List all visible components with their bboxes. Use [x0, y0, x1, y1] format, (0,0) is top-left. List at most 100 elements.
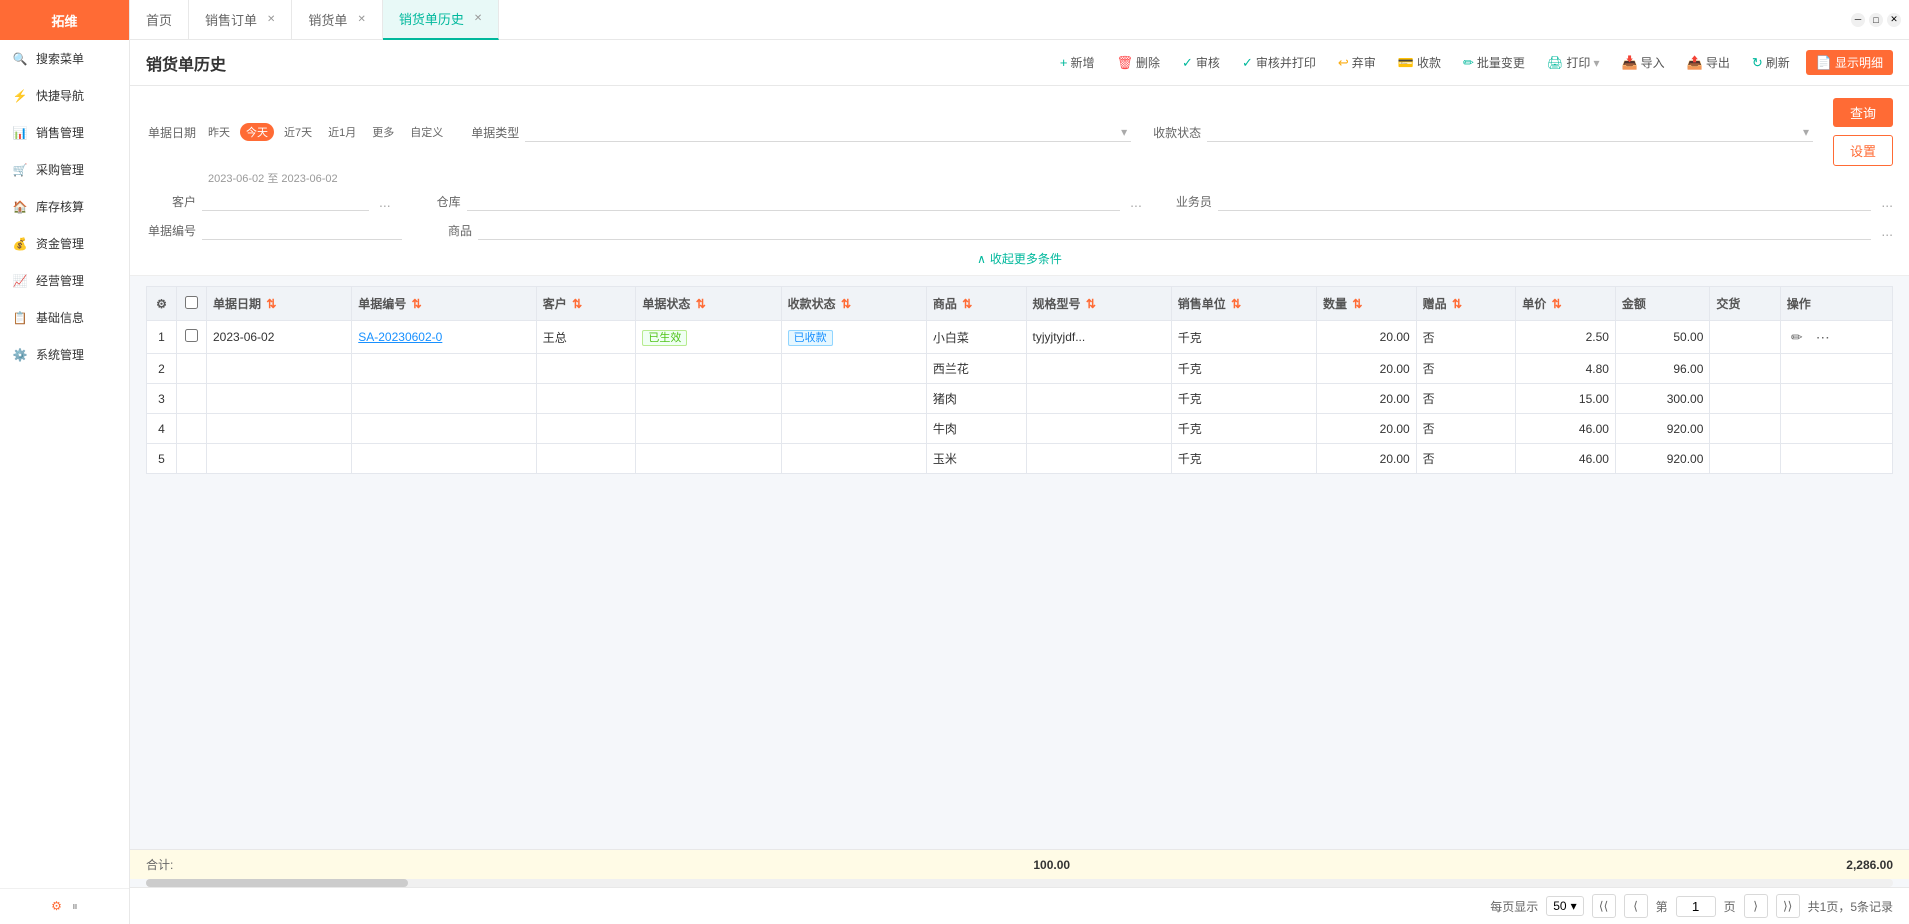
show-detail-button[interactable]: 📄 显示明细: [1806, 50, 1893, 75]
pay-status-select[interactable]: ▾: [1207, 123, 1813, 142]
tab-sales-history[interactable]: 销货单历史 ✕: [383, 0, 499, 40]
minimize-button[interactable]: －: [1851, 13, 1865, 27]
staff-input[interactable]: [1218, 192, 1872, 211]
prev-page-button[interactable]: ⟨: [1624, 894, 1648, 918]
col-gift[interactable]: 赠品 ⇅: [1416, 287, 1516, 321]
date-btn-today[interactable]: 今天: [240, 123, 274, 141]
batch-change-button[interactable]: ✏ 批量变更: [1457, 51, 1531, 74]
row-select-checkbox[interactable]: [185, 329, 198, 342]
sidebar-item-finance[interactable]: 💰 资金管理: [0, 225, 129, 262]
per-page-select[interactable]: 50 ▾: [1546, 896, 1583, 916]
date-btn-custom[interactable]: 自定义: [404, 123, 449, 141]
row-unit: 千克: [1171, 384, 1316, 414]
more-action-icon[interactable]: ⋯: [1813, 327, 1833, 347]
select-all-checkbox[interactable]: [185, 296, 198, 309]
row-order-date: [207, 354, 352, 384]
sidebar-item-search-menu[interactable]: 🔍 搜索菜单: [0, 40, 129, 77]
date-btn-more[interactable]: 更多: [366, 123, 400, 141]
row-pay-status: 已收款: [781, 321, 926, 354]
row-checkbox[interactable]: [177, 414, 207, 444]
row-checkbox[interactable]: [177, 354, 207, 384]
tab-sales-order[interactable]: 销售订单 ✕: [189, 0, 292, 40]
sidebar-item-system[interactable]: ⚙️ 系统管理: [0, 336, 129, 373]
sidebar-bottom-btn2[interactable]: ⏸: [72, 899, 78, 914]
tab-sales-goods-close[interactable]: ✕: [357, 14, 365, 25]
col-pay-status[interactable]: 收款状态 ⇅: [781, 287, 926, 321]
page-input[interactable]: [1676, 896, 1716, 917]
order-no-link[interactable]: SA-20230602-0: [358, 330, 442, 344]
goods-dots[interactable]: ...: [1881, 223, 1893, 239]
row-order-no[interactable]: [352, 354, 537, 384]
scrollbar-track[interactable]: [146, 879, 1893, 887]
order-no-input[interactable]: [202, 221, 402, 240]
col-qty[interactable]: 数量 ⇅: [1317, 287, 1417, 321]
sidebar-item-quick-nav[interactable]: ⚡ 快捷导航: [0, 77, 129, 114]
search-button[interactable]: 查询: [1833, 98, 1893, 127]
print-button[interactable]: 🖨 打印 ▾: [1541, 51, 1606, 74]
export-button[interactable]: 📤 导出: [1681, 51, 1736, 74]
col-spec[interactable]: 规格型号 ⇅: [1026, 287, 1171, 321]
col-checkbox[interactable]: [177, 287, 207, 321]
row-order-no[interactable]: [352, 384, 537, 414]
row-gift: 否: [1416, 414, 1516, 444]
first-page-button[interactable]: ⟨⟨: [1592, 894, 1616, 918]
pay-status-filter-label: 收款状态: [1151, 124, 1201, 141]
collect-button[interactable]: 💳 收款: [1392, 51, 1447, 74]
next-page-button[interactable]: ⟩: [1744, 894, 1768, 918]
date-btn-7days[interactable]: 近7天: [278, 123, 318, 141]
sidebar-item-inventory[interactable]: 🏠 库存核算: [0, 188, 129, 225]
date-btn-yesterday[interactable]: 昨天: [202, 123, 236, 141]
col-price[interactable]: 单价 ⇅: [1516, 287, 1616, 321]
col-order-date[interactable]: 单据日期 ⇅: [207, 287, 352, 321]
sidebar-item-purchase-mgmt[interactable]: 🛒 采购管理: [0, 151, 129, 188]
filter-section: 单据日期 昨天 今天 近7天 近1月 更多 自定义 单据类型 ▾: [130, 86, 1909, 276]
scrollbar-thumb[interactable]: [146, 879, 408, 887]
customer-input[interactable]: [202, 192, 369, 211]
customer-dots[interactable]: ...: [379, 194, 391, 210]
row-order-no[interactable]: [352, 414, 537, 444]
setting-button[interactable]: 设置: [1833, 135, 1893, 166]
sidebar-item-sales-mgmt[interactable]: 📊 销售管理: [0, 114, 129, 151]
edit-action-icon[interactable]: ✏: [1787, 327, 1807, 347]
refresh-button[interactable]: ↻ 刷新: [1746, 51, 1796, 74]
abandon-button[interactable]: ↩ 弃审: [1332, 51, 1382, 74]
sidebar-bottom-btn1[interactable]: ⚙: [51, 899, 62, 914]
row-checkbox[interactable]: [177, 384, 207, 414]
col-order-no[interactable]: 单据编号 ⇅: [352, 287, 537, 321]
delete-button[interactable]: 🗑 删除: [1110, 51, 1166, 74]
col-customer[interactable]: 客户 ⇅: [536, 287, 636, 321]
collapse-button[interactable]: ∧ 收起更多条件: [146, 250, 1893, 267]
table-footer: 合计: 100.00 2,286.00: [130, 849, 1909, 879]
filter-warehouse: 仓库 ...: [411, 192, 1142, 211]
maximize-button[interactable]: □: [1869, 13, 1883, 27]
row-order-no[interactable]: [352, 444, 537, 474]
tab-sales-order-close[interactable]: ✕: [267, 14, 275, 25]
date-btn-1month[interactable]: 近1月: [322, 123, 362, 141]
import-button[interactable]: 📥 导入: [1615, 51, 1670, 74]
sidebar-item-operations[interactable]: 📈 经营管理: [0, 262, 129, 299]
footer-total-label: 合计:: [146, 856, 173, 873]
goods-input[interactable]: [478, 221, 1871, 240]
col-goods[interactable]: 商品 ⇅: [926, 287, 1026, 321]
add-button[interactable]: + 新增: [1054, 51, 1101, 74]
warehouse-dots[interactable]: ...: [1130, 194, 1142, 210]
tab-sales-goods[interactable]: 销货单 ✕: [292, 0, 382, 40]
row-checkbox[interactable]: [177, 321, 207, 354]
col-settings[interactable]: ⚙: [147, 287, 177, 321]
tab-sales-history-close[interactable]: ✕: [474, 13, 482, 24]
filter-customer: 客户 ...: [146, 192, 391, 211]
audit-print-button[interactable]: ✓ 审核并打印: [1236, 51, 1322, 74]
warehouse-input[interactable]: [467, 192, 1121, 211]
audit-button[interactable]: ✓ 审核: [1176, 51, 1226, 74]
col-order-status[interactable]: 单据状态 ⇅: [636, 287, 781, 321]
staff-dots[interactable]: ...: [1881, 194, 1893, 210]
last-page-button[interactable]: ⟩⟩: [1776, 894, 1800, 918]
row-checkbox[interactable]: [177, 444, 207, 474]
type-select[interactable]: ▾: [525, 123, 1131, 142]
row-price: 2.50: [1516, 321, 1616, 354]
sidebar-item-basic-info[interactable]: 📋 基础信息: [0, 299, 129, 336]
row-order-no[interactable]: SA-20230602-0: [352, 321, 537, 354]
tab-home[interactable]: 首页: [130, 0, 189, 40]
col-unit[interactable]: 销售单位 ⇅: [1171, 287, 1316, 321]
close-button[interactable]: ✕: [1887, 13, 1901, 27]
